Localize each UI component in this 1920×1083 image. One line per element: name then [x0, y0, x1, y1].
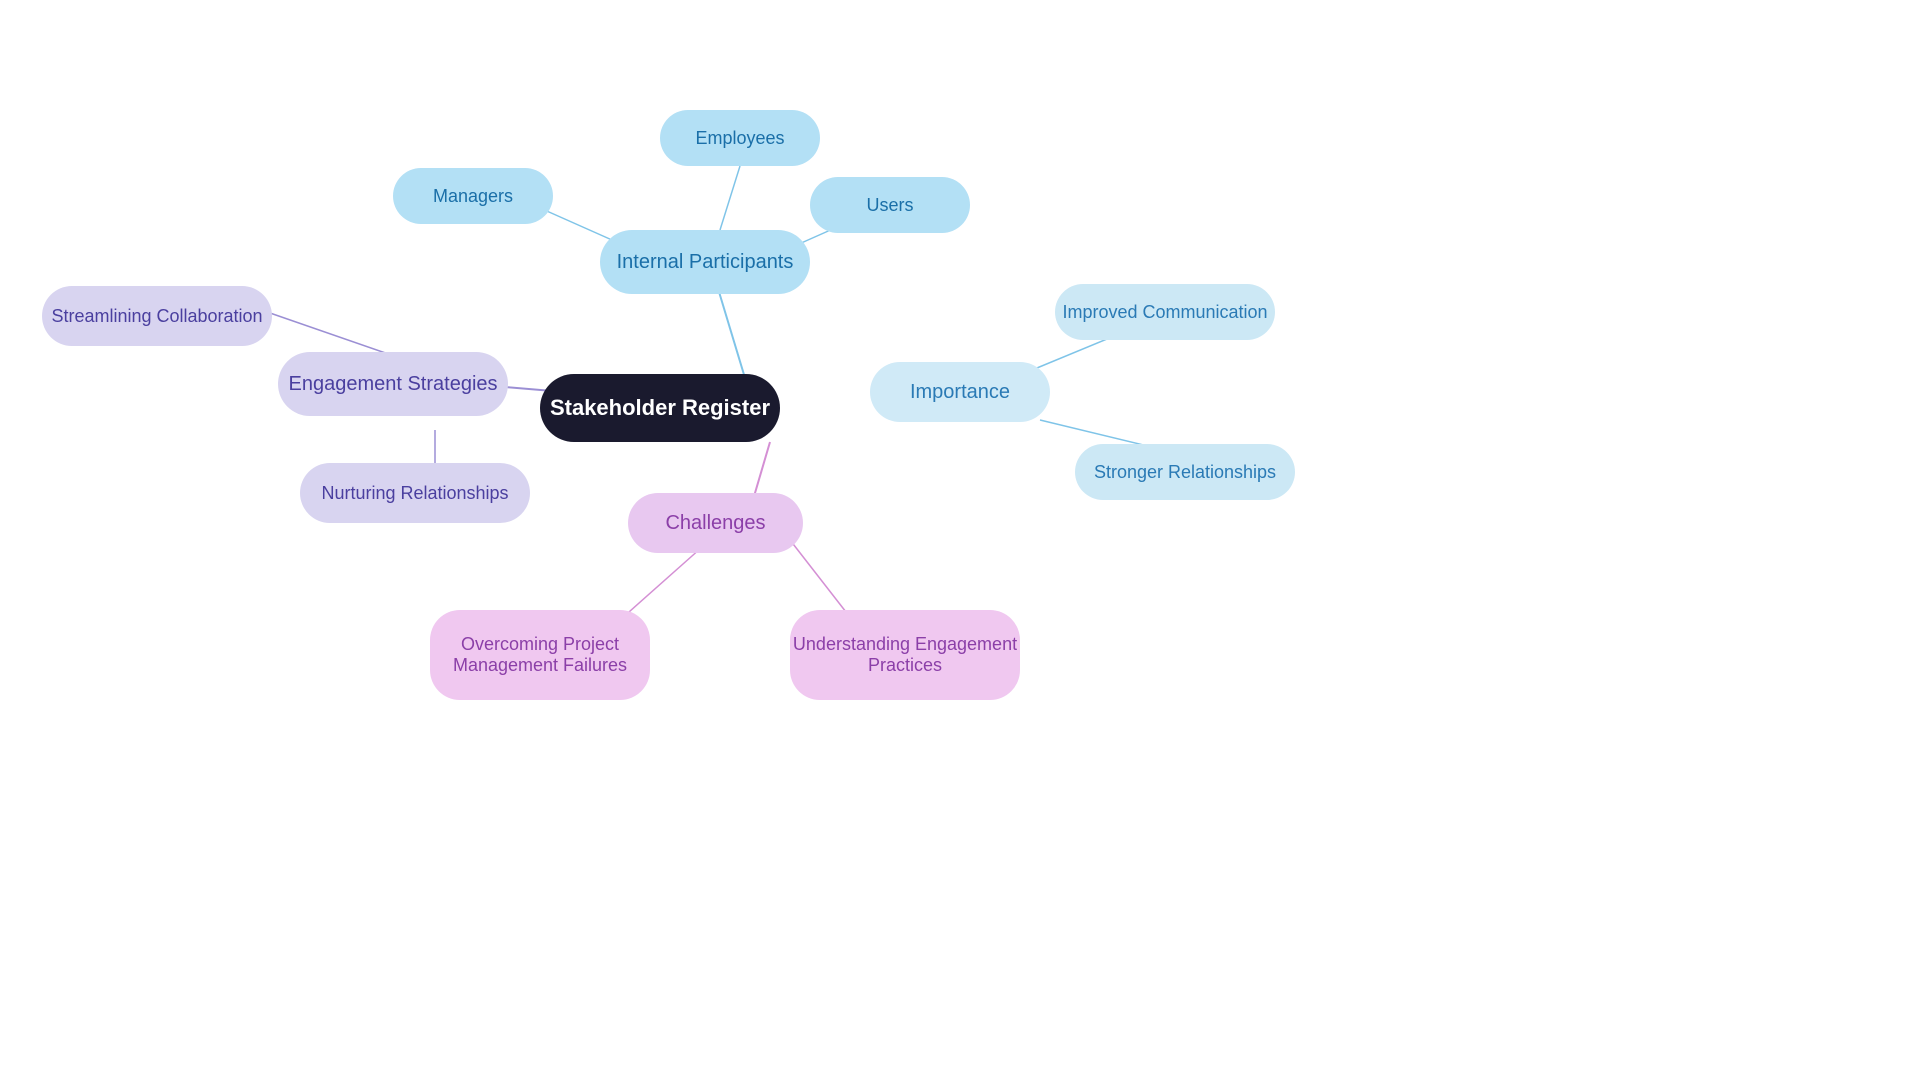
- challenges-node: Challenges: [628, 493, 803, 553]
- employees-node: Employees: [660, 110, 820, 166]
- internal-participants-node: Internal Participants: [600, 230, 810, 294]
- nurturing-relationships-node: Nurturing Relationships: [300, 463, 530, 523]
- managers-node: Managers: [393, 168, 553, 224]
- improved-communication-node: Improved Communication: [1055, 284, 1275, 340]
- streamlining-collaboration-node: Streamlining Collaboration: [42, 286, 272, 346]
- stronger-relationships-node: Stronger Relationships: [1075, 444, 1295, 500]
- importance-node: Importance: [870, 362, 1050, 422]
- users-node: Users: [810, 177, 970, 233]
- engagement-strategies-node: Engagement Strategies: [278, 352, 508, 416]
- center-node: Stakeholder Register: [540, 374, 780, 442]
- overcoming-project-management-node: Overcoming Project Management Failures: [430, 610, 650, 700]
- understanding-engagement-node: Understanding Engagement Practices: [790, 610, 1020, 700]
